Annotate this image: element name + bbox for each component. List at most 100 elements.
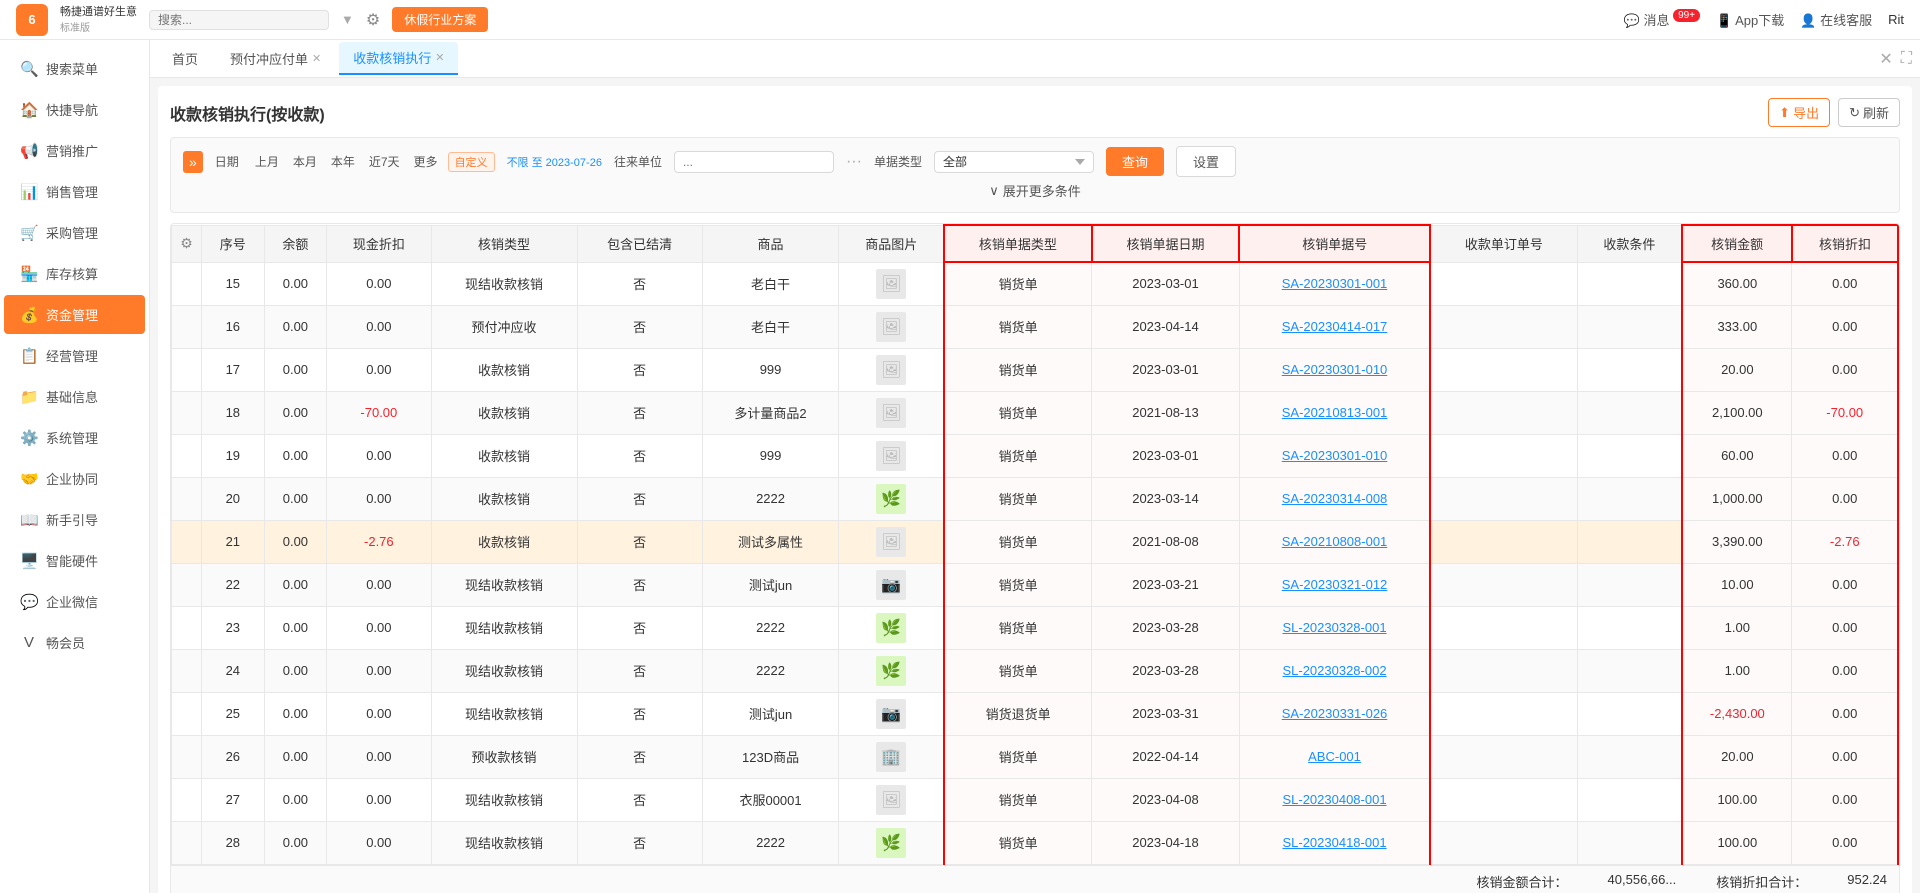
tab-prepay-close[interactable]: ✕ [312, 52, 321, 65]
app-name: 畅捷通谱好生意 [60, 5, 137, 19]
verify-no-link[interactable]: SA-20230414-017 [1282, 319, 1388, 334]
date-more-btn[interactable]: 更多 [410, 151, 442, 172]
messages-area[interactable]: 💬 消息 99+ [1624, 10, 1700, 29]
expand-chevron-icon: ∨ [989, 183, 999, 199]
finance-icon: 💰 [20, 306, 38, 324]
footer-total-amount: 40,556,66... [1608, 872, 1677, 891]
date-filter-label: 日期 [215, 153, 239, 170]
basic-icon: 📁 [20, 388, 38, 406]
tab-collection[interactable]: 收款核销执行 ✕ [339, 42, 458, 75]
verify-no-link[interactable]: SA-20230331-026 [1282, 706, 1388, 721]
verify-no-link[interactable]: SL-20230328-001 [1282, 620, 1386, 635]
th-verify-date: 核销单据日期 [1092, 225, 1240, 262]
sidebar-label-operations: 经营管理 [46, 346, 98, 365]
sidebar-item-wechat[interactable]: 💬 企业微信 [4, 582, 145, 621]
page-title-bar: 收款核销执行(按收款) ⬆ 导出 ↻ 刷新 [170, 98, 1900, 127]
data-table: ⚙ 序号 余额 现金折扣 核销类型 包含已结清 商品 商品图片 核销单据类型 [171, 224, 1899, 865]
sidebar-item-marketing[interactable]: 📢 营销推广 [4, 131, 145, 170]
tab-home[interactable]: 首页 [158, 43, 212, 74]
verify-no-link[interactable]: SA-20230321-012 [1282, 577, 1388, 592]
table-row: 240.000.00现结收款核销否2222🌿销货单2023-03-28SL-20… [172, 649, 1899, 692]
product-image: 📷 [876, 570, 906, 600]
inventory-icon: 🏪 [20, 265, 38, 283]
setting-button[interactable]: 设置 [1176, 146, 1236, 177]
product-image: 🌿 [876, 613, 906, 643]
sidebar-item-finance[interactable]: 💰 资金管理 [4, 295, 145, 334]
main-layout: 🔍 搜索菜单 🏠 快捷导航 📢 营销推广 📊 销售管理 🛒 采购管理 🏪 库存核… [0, 40, 1920, 893]
table-row: 170.000.00收款核销否999🖼销货单2023-03-01SA-20230… [172, 348, 1899, 391]
export-button[interactable]: ⬆ 导出 [1768, 98, 1830, 127]
verify-no-link[interactable]: ABC-001 [1308, 749, 1361, 764]
sidebar-item-purchase[interactable]: 🛒 采购管理 [4, 213, 145, 252]
sidebar-item-system[interactable]: ⚙️ 系统管理 [4, 418, 145, 457]
refresh-button[interactable]: ↻ 刷新 [1838, 98, 1900, 127]
query-button[interactable]: 查询 [1106, 147, 1164, 176]
marketing-icon: 📢 [20, 142, 38, 160]
sidebar-item-sales[interactable]: 📊 销售管理 [4, 172, 145, 211]
tabbar: 首页 预付冲应付单 ✕ 收款核销执行 ✕ ✕ ⛶ [150, 40, 1920, 78]
export-label: 导出 [1793, 103, 1819, 122]
sidebar-item-basic[interactable]: 📁 基础信息 [4, 377, 145, 416]
verify-no-link[interactable]: SL-20230328-002 [1282, 663, 1386, 678]
sidebar-item-search[interactable]: 🔍 搜索菜单 [4, 49, 145, 88]
sidebar-label-finance: 资金管理 [46, 305, 98, 324]
sidebar-label-sales: 销售管理 [46, 182, 98, 201]
page-inner: 收款核销执行(按收款) ⬆ 导出 ↻ 刷新 [158, 86, 1912, 893]
filter-bar: » 日期 上月 本月 本年 近7天 更多 自定义 不限 至 2023-07-26 [170, 137, 1900, 213]
filter-expand-left-btn[interactable]: » [183, 151, 203, 173]
sidebar-item-member[interactable]: V 畅会员 [4, 623, 145, 662]
verify-no-link[interactable]: SL-20230408-001 [1282, 792, 1386, 807]
verify-no-link[interactable]: SA-20230301-010 [1282, 362, 1388, 377]
product-image: 🏢 [876, 742, 906, 772]
guide-icon: 📖 [20, 511, 38, 529]
logo-char: 6 [28, 12, 35, 27]
verify-no-link[interactable]: SA-20210808-001 [1282, 534, 1388, 549]
verify-no-link[interactable]: SA-20210813-001 [1282, 405, 1388, 420]
verify-no-link[interactable]: SA-20230314-008 [1282, 491, 1388, 506]
online-service-link[interactable]: 👤 在线客服 [1800, 10, 1872, 29]
partner-filter-input[interactable] [674, 151, 834, 173]
sidebar-item-guide[interactable]: 📖 新手引导 [4, 500, 145, 539]
home-icon: 🏠 [20, 101, 38, 119]
hardware-icon: 🖥️ [20, 552, 38, 570]
verify-no-link[interactable]: SL-20230418-001 [1282, 835, 1386, 850]
date-this-month-btn[interactable]: 本月 [289, 151, 321, 172]
app-download-label: App下载 [1735, 13, 1784, 28]
tab-maximize-btn[interactable]: ⛶ [1901, 49, 1912, 69]
topbar-settings-icon[interactable]: ⚙ [366, 10, 380, 30]
topbar-dropdown-icon[interactable]: ▼ [341, 12, 354, 27]
partner-more-icon[interactable]: ··· [846, 153, 862, 171]
sidebar-item-operations[interactable]: 📋 经营管理 [4, 336, 145, 375]
date-7days-btn[interactable]: 近7天 [365, 151, 404, 172]
expand-more-bar[interactable]: ∨ 展开更多条件 [183, 181, 1887, 200]
verify-no-link[interactable]: SA-20230301-001 [1282, 276, 1388, 291]
topbar: 6 畅捷通谱好生意 标准版 ▼ ⚙ 休假行业方案 💬 消息 99+ 📱 App下… [0, 0, 1920, 40]
date-this-year-btn[interactable]: 本年 [327, 151, 359, 172]
table-settings-gear-btn[interactable]: ⚙ [180, 235, 193, 252]
tab-close-window-btn[interactable]: ✕ [1879, 49, 1892, 69]
sidebar-item-hardware[interactable]: 🖥️ 智能硬件 [4, 541, 145, 580]
tab-collection-close[interactable]: ✕ [435, 51, 444, 64]
th-verify-discount: 核销折扣 [1792, 225, 1898, 262]
industry-solution-button[interactable]: 休假行业方案 [392, 7, 488, 32]
footer-discount-label: 核销折扣合计： [1716, 872, 1807, 891]
app-logo-icon: 6 [16, 4, 48, 36]
sidebar-item-enterprise[interactable]: 🤝 企业协同 [4, 459, 145, 498]
online-service-label: 在线客服 [1820, 13, 1872, 28]
topbar-search-input[interactable] [149, 10, 329, 30]
date-custom-btn[interactable]: 自定义 [448, 152, 495, 172]
app-download-link[interactable]: 📱 App下载 [1716, 10, 1784, 29]
tab-prepay[interactable]: 预付冲应付单 ✕ [216, 43, 335, 74]
voucher-type-select[interactable]: 全部 销货单 销货退货单 [934, 151, 1094, 173]
th-seq: 序号 [202, 225, 265, 262]
date-last-month-btn[interactable]: 上月 [251, 151, 283, 172]
verify-no-link[interactable]: SA-20230301-010 [1282, 448, 1388, 463]
sidebar-item-inventory[interactable]: 🏪 库存核算 [4, 254, 145, 293]
th-collection-term: 收款条件 [1577, 225, 1682, 262]
user-name: Rit [1888, 12, 1904, 27]
sidebar-item-quicknav[interactable]: 🏠 快捷导航 [4, 90, 145, 129]
th-include-settled: 包含已结清 [577, 225, 702, 262]
table-row: 190.000.00收款核销否999🖼销货单2023-03-01SA-20230… [172, 434, 1899, 477]
th-cash-discount: 现金折扣 [327, 225, 431, 262]
purchase-icon: 🛒 [20, 224, 38, 242]
